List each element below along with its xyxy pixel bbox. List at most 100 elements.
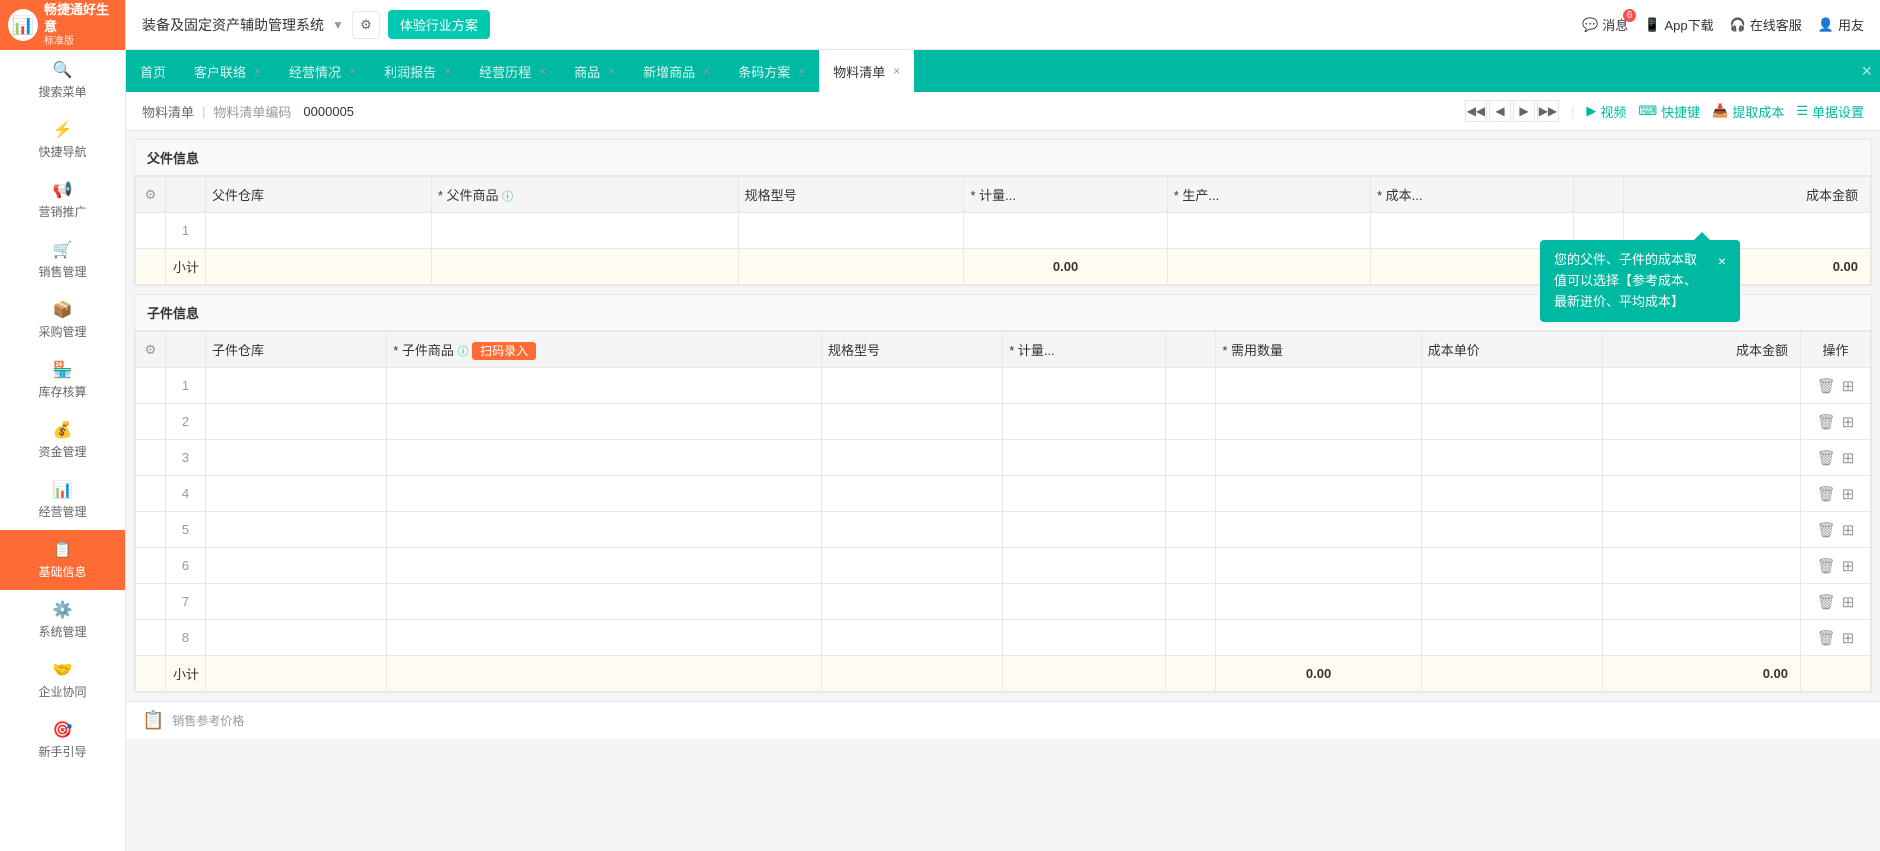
tab-customer-close[interactable]: × [254,64,261,78]
child-row4-spec[interactable] [821,476,1002,512]
cost-link[interactable]: 📥 提取成本 [1712,102,1784,121]
sidebar-item-quick-nav[interactable]: ⚡ 快捷导航 [0,110,125,170]
child-row2-goods[interactable] [387,404,822,440]
child-row1-goods[interactable] [387,368,822,404]
child-row7-qty[interactable] [1216,584,1421,620]
child-row6-unit[interactable] [1003,548,1166,584]
child-row2-warehouse[interactable] [206,404,387,440]
child-row2-unit-cost[interactable] [1421,404,1602,440]
parent-row1-warehouse[interactable] [206,213,432,249]
child-row1-unit[interactable] [1003,368,1166,404]
tab-history[interactable]: 经营历程 × [465,50,560,92]
tab-bom[interactable]: 物料清单 × [819,50,914,92]
tab-goods-close[interactable]: × [608,64,615,78]
tab-new-goods[interactable]: 新增商品 × [629,50,724,92]
child-row2-spec[interactable] [821,404,1002,440]
first-page-btn[interactable]: ◀◀ [1465,100,1487,122]
tab-goods[interactable]: 商品 × [560,50,629,92]
tooltip-close-btn[interactable]: × [1718,250,1726,272]
single-settings-link[interactable]: ☰ 单据设置 [1796,102,1864,121]
child-row1-spec[interactable] [821,368,1002,404]
tab-barcode-close[interactable]: × [798,64,805,78]
next-page-btn[interactable]: ▶ [1513,100,1535,122]
copy-icon-row4[interactable]: ⊞ [1842,485,1855,503]
message-button[interactable]: 💬 消息 6 [1582,15,1628,34]
tab-customer[interactable]: 客户联络 × [180,50,275,92]
child-row5-unit-cost[interactable] [1421,512,1602,548]
copy-icon-row2[interactable]: ⊞ [1842,413,1855,431]
child-row3-warehouse[interactable] [206,440,387,476]
child-row4-unit-cost[interactable] [1421,476,1602,512]
user-button[interactable]: 👤 用友 [1818,15,1864,34]
delete-icon-row2[interactable]: 🗑 [1817,413,1836,431]
sidebar-item-system[interactable]: ⚙️ 系统管理 [0,590,125,650]
delete-icon-row7[interactable]: 🗑 [1817,593,1836,611]
child-row4-unit[interactable] [1003,476,1166,512]
delete-icon-row1[interactable]: 🗑 [1817,377,1836,395]
child-col-gear[interactable]: ⚙ [136,332,166,368]
child-row3-unit[interactable] [1003,440,1166,476]
last-page-btn[interactable]: ▶▶ [1537,100,1559,122]
sidebar-item-inventory[interactable]: 🏪 库存核算 [0,350,125,410]
child-row7-warehouse[interactable] [206,584,387,620]
delete-icon-row8[interactable]: 🗑 [1817,629,1836,647]
child-row8-qty[interactable] [1216,620,1421,656]
system-dropdown-icon[interactable]: ▼ [332,18,344,32]
delete-icon-row3[interactable]: 🗑 [1817,449,1836,467]
child-row6-qty[interactable] [1216,548,1421,584]
copy-icon-row6[interactable]: ⊞ [1842,557,1855,575]
sidebar-item-enterprise[interactable]: 🤝 企业协同 [0,650,125,710]
parent-row1-goods[interactable] [431,213,738,249]
child-row8-goods[interactable] [387,620,822,656]
copy-icon-row5[interactable]: ⊞ [1842,521,1855,539]
prev-page-btn[interactable]: ◀ [1489,100,1511,122]
sidebar-item-search[interactable]: 🔍 搜索菜单 [0,50,125,110]
child-row1-qty[interactable] [1216,368,1421,404]
shortcut-link[interactable]: ⌨ 快捷键 [1638,102,1700,121]
child-row5-spec[interactable] [821,512,1002,548]
trial-button[interactable]: 体验行业方案 [388,10,490,39]
video-link[interactable]: ▶ 视频 [1586,102,1626,121]
child-row7-unit[interactable] [1003,584,1166,620]
sidebar-item-basic-info[interactable]: 📋 基础信息 [0,530,125,590]
sidebar-item-purchase[interactable]: 📦 采购管理 [0,290,125,350]
sidebar-item-sales[interactable]: 🛒 销售管理 [0,230,125,290]
delete-icon-row6[interactable]: 🗑 [1817,557,1836,575]
child-row3-qty[interactable] [1216,440,1421,476]
copy-icon-row8[interactable]: ⊞ [1842,629,1855,647]
close-all-tabs[interactable]: × [1861,61,1880,82]
tab-bom-close[interactable]: × [893,64,900,78]
child-row7-goods[interactable] [387,584,822,620]
sidebar-item-finance[interactable]: 💰 资金管理 [0,410,125,470]
settings-button[interactable]: ⚙ [352,11,380,39]
child-row7-unit-cost[interactable] [1421,584,1602,620]
tab-operations[interactable]: 经营情况 × [275,50,370,92]
child-row8-unit[interactable] [1003,620,1166,656]
online-service-button[interactable]: 🎧 在线客服 [1730,15,1802,34]
child-row8-spec[interactable] [821,620,1002,656]
scan-input-btn[interactable]: 扫码录入 [472,342,536,360]
tab-newgoods-close[interactable]: × [703,64,710,78]
child-row4-goods[interactable] [387,476,822,512]
child-row5-goods[interactable] [387,512,822,548]
parent-row1-spec[interactable] [738,213,964,249]
tab-history-close[interactable]: × [539,64,546,78]
child-row7-spec[interactable] [821,584,1002,620]
tab-profit[interactable]: 利润报告 × [370,50,465,92]
breadcrumb-bom[interactable]: 物料清单 [142,102,194,121]
child-row8-unit-cost[interactable] [1421,620,1602,656]
child-row5-qty[interactable] [1216,512,1421,548]
child-row4-qty[interactable] [1216,476,1421,512]
sidebar-item-operations[interactable]: 📊 经营管理 [0,470,125,530]
parent-col-gear[interactable]: ⚙ [136,177,166,213]
child-row6-unit-cost[interactable] [1421,548,1602,584]
child-row4-warehouse[interactable] [206,476,387,512]
sidebar-item-guide[interactable]: 🎯 新手引导 [0,710,125,770]
app-download-button[interactable]: 📱 App下载 [1644,15,1713,34]
child-row8-warehouse[interactable] [206,620,387,656]
parent-row1-unit[interactable] [964,213,1167,249]
child-row3-unit-cost[interactable] [1421,440,1602,476]
child-row2-qty[interactable] [1216,404,1421,440]
delete-icon-row5[interactable]: 🗑 [1817,521,1836,539]
copy-icon-row3[interactable]: ⊞ [1842,449,1855,467]
